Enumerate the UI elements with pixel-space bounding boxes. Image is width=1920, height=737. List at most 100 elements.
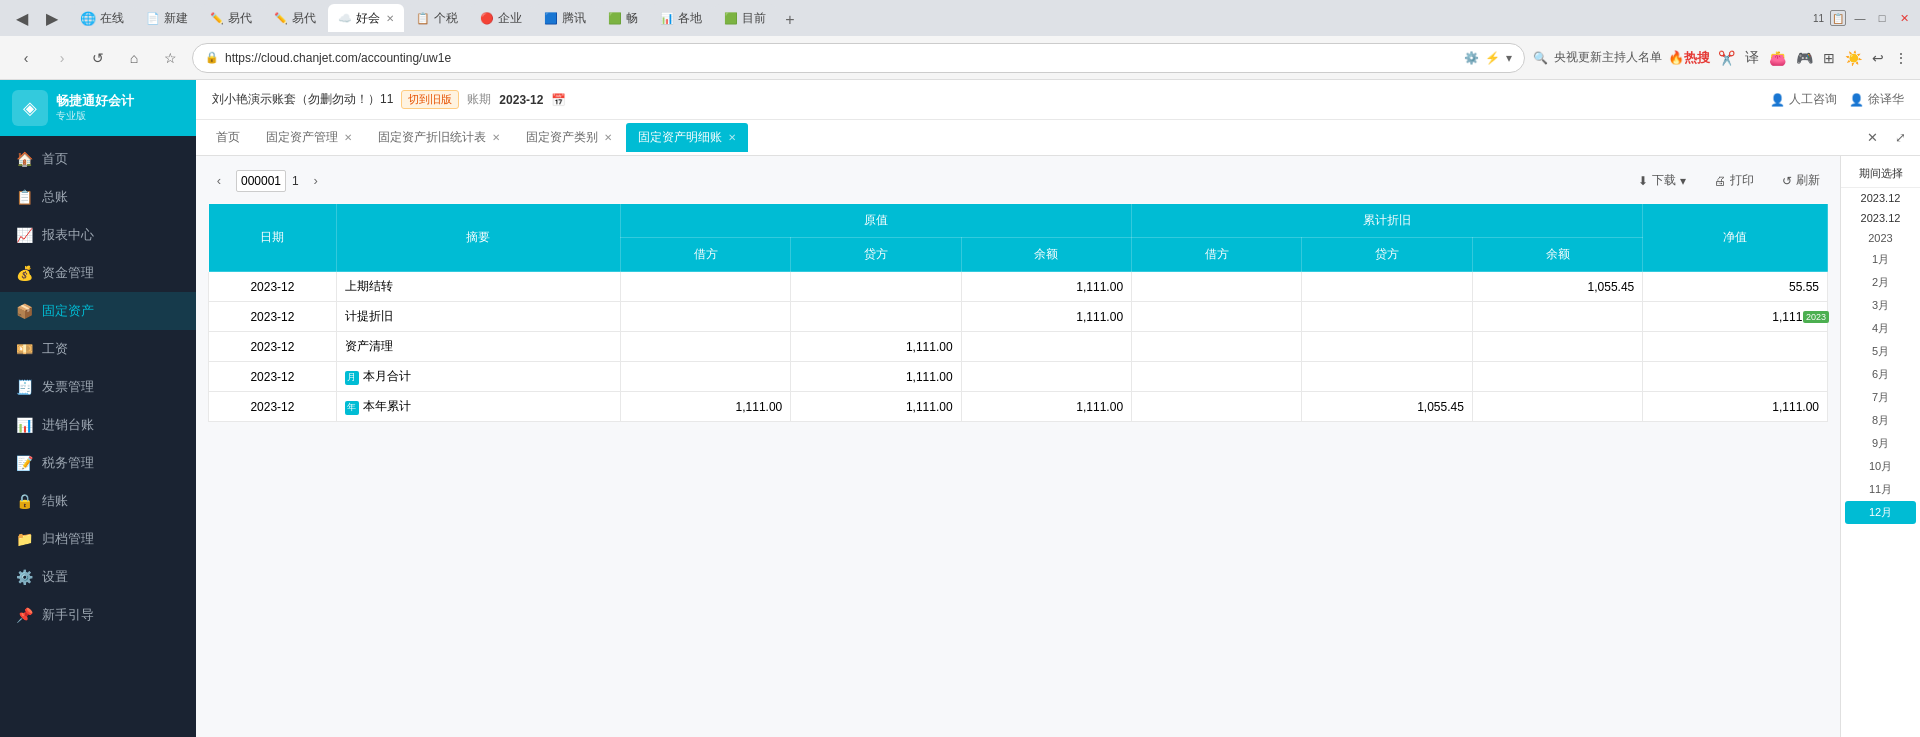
hot-search-label[interactable]: 🔥热搜	[1668, 49, 1710, 67]
window-badge[interactable]: 11	[1813, 13, 1824, 24]
help-btn[interactable]: 👤 人工咨询	[1770, 91, 1837, 108]
bookmark-button[interactable]: ☆	[156, 44, 184, 72]
prev-page-btn[interactable]: ‹	[208, 170, 230, 192]
period-start-date[interactable]: 2023.12	[1841, 188, 1920, 208]
period-month-6[interactable]: 6月	[1841, 363, 1920, 386]
extension-icon[interactable]: ⚡	[1485, 51, 1500, 65]
tab-close-btn[interactable]: ✕	[1860, 126, 1884, 150]
sidebar-item-purchase[interactable]: 📊 进销台账	[0, 406, 196, 444]
account-code-input[interactable]	[236, 170, 286, 192]
sidebar-item-guide[interactable]: 📌 新手引导	[0, 596, 196, 634]
address-bar[interactable]: 🔒 https://cloud.chanjet.com/accounting/u…	[192, 43, 1525, 73]
browser-tab-xin[interactable]: 📄 新建	[136, 4, 198, 32]
tab-depreciation-stat-close[interactable]: ✕	[492, 132, 500, 143]
row2-date: 2023-12	[209, 302, 337, 332]
period-month-9[interactable]: 9月	[1841, 432, 1920, 455]
row2-orig-balance: 1,111.00	[961, 302, 1131, 332]
sidebar: ◈ 畅捷通好会计 专业版 🏠 首页 📋 总账 📈 报表中心 💰 资金管理	[0, 80, 196, 737]
wallet-icon[interactable]: 👛	[1769, 50, 1786, 66]
browser-tab-shumu[interactable]: 🟩 目前	[714, 4, 776, 32]
more-icon[interactable]: ⋮	[1894, 50, 1908, 66]
tab-asset-ledger[interactable]: 固定资产明细账 ✕	[626, 123, 748, 152]
period-month-4[interactable]: 4月	[1841, 317, 1920, 340]
browser-tab-tengxun[interactable]: 🟦 腾讯	[534, 4, 596, 32]
sidebar-item-close[interactable]: 🔒 结账	[0, 482, 196, 520]
browser-tab-chang[interactable]: 🟩 畅	[598, 4, 648, 32]
period-month-2[interactable]: 2月	[1841, 271, 1920, 294]
next-page-btn[interactable]: ›	[305, 170, 327, 192]
history-icon[interactable]: ↩	[1872, 50, 1884, 66]
period-month-7[interactable]: 7月	[1841, 386, 1920, 409]
scissors-icon[interactable]: ✂️	[1718, 50, 1735, 66]
tab-asset-category[interactable]: 固定资产类别 ✕	[514, 123, 624, 152]
period-year-2023[interactable]: 2023	[1841, 228, 1920, 248]
sidebar-item-salary[interactable]: 💴 工资	[0, 330, 196, 368]
home-button[interactable]: ⌂	[120, 44, 148, 72]
tab-label-tengxun: 腾讯	[562, 10, 586, 27]
translate-icon[interactable]: 译	[1745, 49, 1759, 67]
window-minimize[interactable]: —	[1852, 10, 1868, 26]
browser-tab-qiye[interactable]: 🔴 企业	[470, 4, 532, 32]
forward-button[interactable]: ›	[48, 44, 76, 72]
browser-tab-haohao[interactable]: ☁️ 好会 ✕	[328, 4, 404, 32]
sidebar-item-archive[interactable]: 📁 归档管理	[0, 520, 196, 558]
download-btn[interactable]: ⬇ 下载 ▾	[1630, 168, 1694, 193]
sidebar-item-settings[interactable]: ⚙️ 设置	[0, 558, 196, 596]
browser-tab-haohao-close[interactable]: ✕	[386, 13, 394, 24]
salary-nav-icon: 💴	[16, 341, 32, 357]
browser-tab-zaixian[interactable]: 🌐 在线	[70, 4, 134, 32]
gamepad-icon[interactable]: 🎮	[1796, 50, 1813, 66]
period-end-date[interactable]: 2023.12	[1841, 208, 1920, 228]
dropdown-icon[interactable]: ▾	[1506, 51, 1512, 65]
tab-depreciation-stat[interactable]: 固定资产折旧统计表 ✕	[366, 123, 512, 152]
period-month-11[interactable]: 11月	[1841, 478, 1920, 501]
browser-back-btn[interactable]: ◀	[8, 4, 36, 32]
sidebar-item-home[interactable]: 🏠 首页	[0, 140, 196, 178]
window-close[interactable]: ✕	[1896, 10, 1912, 26]
browser-tab-yidai2[interactable]: ✏️ 易代	[264, 4, 326, 32]
window-notifications[interactable]: 📋	[1830, 10, 1846, 26]
sidebar-item-report[interactable]: 📈 报表中心	[0, 216, 196, 254]
sidebar-item-asset[interactable]: 📦 固定资产	[0, 292, 196, 330]
tab-home[interactable]: 首页	[204, 123, 252, 152]
yearly-summary-icon: 年	[345, 401, 359, 415]
grid-icon[interactable]: ⊞	[1823, 50, 1835, 66]
calendar-icon[interactable]: 📅	[551, 93, 566, 107]
window-maximize[interactable]: □	[1874, 10, 1890, 26]
sidebar-item-ledger[interactable]: 📋 总账	[0, 178, 196, 216]
browser-menu-icon[interactable]: ⚙️	[1464, 51, 1479, 65]
tab-asset-manage-close[interactable]: ✕	[344, 132, 352, 143]
period-month-12[interactable]: 12月	[1845, 501, 1916, 524]
browser-tab-yidai1[interactable]: ✏️ 易代	[200, 4, 262, 32]
sidebar-item-fund[interactable]: 💰 资金管理	[0, 254, 196, 292]
browser-forward-btn[interactable]: ▶	[38, 4, 66, 32]
new-tab-button[interactable]: +	[778, 8, 802, 32]
browser-tab-gedi[interactable]: 📊 各地	[650, 4, 712, 32]
browser-tab-geshui[interactable]: 📋 个税	[406, 4, 468, 32]
brightness-icon[interactable]: ☀️	[1845, 50, 1862, 66]
user-btn[interactable]: 👤 徐译华	[1849, 91, 1904, 108]
period-month-5[interactable]: 5月	[1841, 340, 1920, 363]
period-month-1[interactable]: 1月	[1841, 248, 1920, 271]
row2-summary: 计提折旧	[336, 302, 620, 332]
tab-asset-ledger-close[interactable]: ✕	[728, 132, 736, 143]
period-month-3[interactable]: 3月	[1841, 294, 1920, 317]
tab-label-qiye: 企业	[498, 10, 522, 27]
period-month-10[interactable]: 10月	[1841, 455, 1920, 478]
refresh-btn[interactable]: ↺ 刷新	[1774, 168, 1828, 193]
refresh-button[interactable]: ↺	[84, 44, 112, 72]
purchase-nav-icon: 📊	[16, 417, 32, 433]
period-month-8[interactable]: 8月	[1841, 409, 1920, 432]
row5-acc-debit	[1132, 392, 1302, 422]
tab-asset-category-close[interactable]: ✕	[604, 132, 612, 143]
sidebar-item-tax[interactable]: 📝 税务管理	[0, 444, 196, 482]
row4-acc-debit	[1132, 362, 1302, 392]
print-btn[interactable]: 🖨 打印	[1706, 168, 1762, 193]
sidebar-item-report-label: 报表中心	[42, 226, 94, 244]
switch-btn[interactable]: 切到旧版	[401, 90, 459, 109]
tab-favicon-shumu: 🟩	[724, 12, 738, 25]
tab-expand-btn[interactable]: ⤢	[1888, 126, 1912, 150]
back-button[interactable]: ‹	[12, 44, 40, 72]
tab-asset-manage[interactable]: 固定资产管理 ✕	[254, 123, 364, 152]
sidebar-item-invoice[interactable]: 🧾 发票管理	[0, 368, 196, 406]
